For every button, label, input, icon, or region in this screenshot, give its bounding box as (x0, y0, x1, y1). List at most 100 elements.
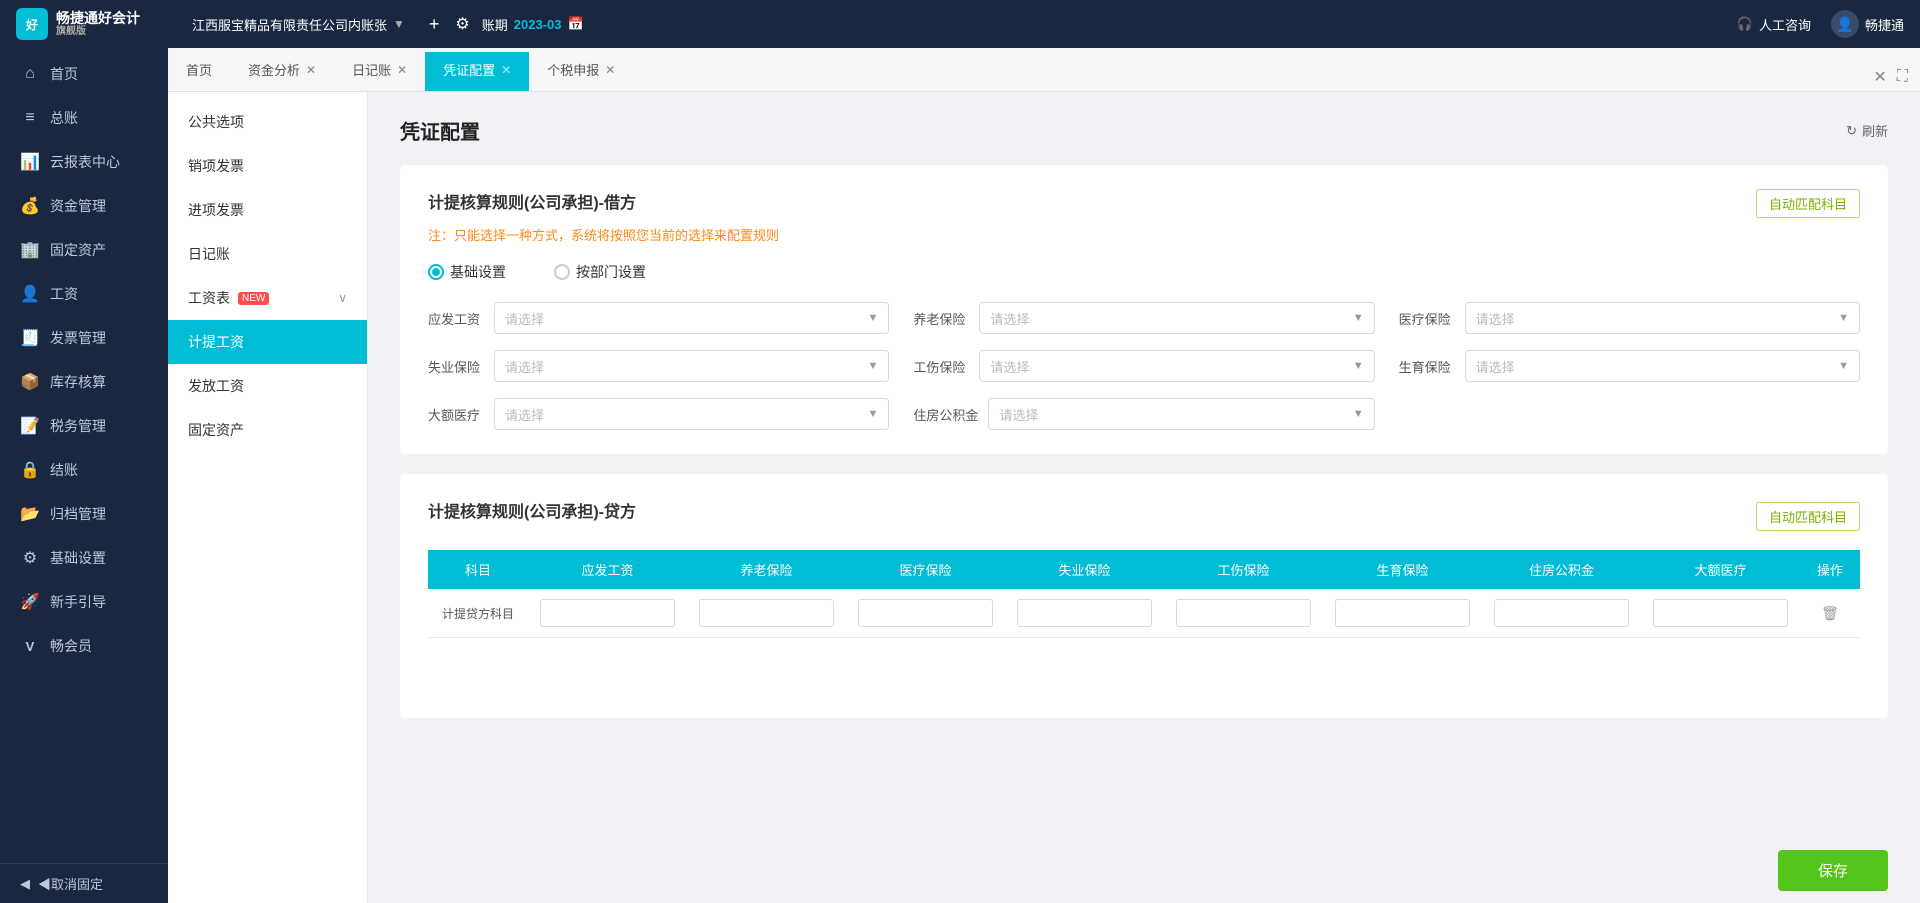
salary-icon: 👤 (20, 284, 40, 304)
left-nav-sales-invoice[interactable]: 销项发票 (168, 144, 367, 188)
expand-view-button[interactable]: ⛶ (1897, 68, 1908, 86)
td-medical-input[interactable] (846, 589, 1005, 637)
close-all-tabs-button[interactable]: ✕ (1873, 67, 1886, 87)
radio-basic[interactable]: 基础设置 (428, 262, 506, 282)
invoices-icon: 🧾 (20, 328, 40, 348)
radio-department-label: 按部门设置 (576, 262, 646, 282)
left-nav-fixed-assets[interactable]: 固定资产 (168, 408, 367, 452)
input-credit-work-injury[interactable] (1176, 599, 1311, 627)
td-housing-fund-input[interactable] (1482, 589, 1641, 637)
calendar-icon: 📅 (568, 16, 584, 32)
td-pension-input[interactable] (687, 589, 846, 637)
left-nav-payroll-table[interactable]: 工资表 NEW ∨ (168, 276, 367, 320)
refresh-icon: ↻ (1846, 123, 1857, 139)
avatar: 👤 (1831, 10, 1859, 38)
select-unemployment-placeholder: 请选择 (505, 357, 544, 376)
td-maternity-input[interactable] (1323, 589, 1482, 637)
tab-voucher-config[interactable]: 凭证配置 ✕ (425, 52, 529, 91)
form-label-work-injury: 工伤保险 (913, 357, 969, 376)
right-content: 凭证配置 ↻ 刷新 计提核算规则(公司承担)-借方 注：只能选择一种方式，系统将… (368, 92, 1920, 903)
sidebar-item-ledger[interactable]: ≡ 总账 (0, 96, 168, 140)
period-selector[interactable]: 账期 2023-03 📅 (482, 15, 584, 34)
input-credit-maternity[interactable] (1335, 599, 1470, 627)
tab-journal[interactable]: 日记账 ✕ (334, 52, 425, 91)
top-bar: 好 畅捷通好会计 旗舰版 江西服宝精品有限责任公司内账张 ▼ + ⚙ 账期 20… (0, 0, 1920, 48)
sidebar-item-member[interactable]: V 畅会员 (0, 624, 168, 668)
select-large-medical-placeholder: 请选择 (505, 405, 544, 424)
select-unemployment[interactable]: 请选择 ▼ (494, 350, 889, 382)
save-button[interactable]: 保存 (1778, 850, 1888, 891)
select-housing-fund[interactable]: 请选择 ▼ (988, 398, 1374, 430)
td-large-medical-input[interactable] (1641, 589, 1800, 637)
input-credit-unemployment[interactable] (1017, 599, 1152, 627)
tab-tax-filing[interactable]: 个税申报 ✕ (529, 52, 633, 91)
left-nav-public[interactable]: 公共选项 (168, 100, 367, 144)
select-work-injury[interactable]: 请选择 ▼ (979, 350, 1374, 382)
select-work-injury-placeholder: 请选择 (990, 357, 1029, 376)
select-salary[interactable]: 请选择 ▼ (494, 302, 889, 334)
select-pension[interactable]: 请选择 ▼ (979, 302, 1374, 334)
select-large-medical[interactable]: 请选择 ▼ (494, 398, 889, 430)
auto-match-credit-button[interactable]: 自动匹配科目 (1756, 502, 1860, 531)
refresh-label: 刷新 (1862, 121, 1888, 140)
left-nav-sales-label: 销项发票 (188, 156, 244, 176)
left-nav: 公共选项 销项发票 进项发票 日记账 工资表 NEW ∨ (168, 92, 368, 903)
sidebar-item-guide[interactable]: 🚀 新手引导 (0, 580, 168, 624)
tab-home[interactable]: 首页 (168, 52, 230, 91)
consult-btn[interactable]: 🎧 人工咨询 (1737, 15, 1811, 34)
left-nav-pay-salary[interactable]: 发放工资 (168, 364, 367, 408)
delete-icon[interactable]: 🗑 (1821, 605, 1839, 622)
sidebar-item-home[interactable]: ⌂ 首页 (0, 52, 168, 96)
sidebar-item-inventory[interactable]: 📦 库存核算 (0, 360, 168, 404)
sidebar-item-closing[interactable]: 🔒 结账 (0, 448, 168, 492)
th-action: 操作 (1800, 550, 1860, 589)
add-button[interactable]: + (429, 14, 440, 35)
auto-match-debit-button[interactable]: 自动匹配科目 (1756, 189, 1860, 218)
sidebar-item-invoices[interactable]: 🧾 发票管理 (0, 316, 168, 360)
select-pension-arrow-icon: ▼ (1353, 312, 1364, 324)
sidebar-item-tax[interactable]: 📝 税务管理 (0, 404, 168, 448)
section-credit: 计提核算规则(公司承担)-贷方 自动匹配科目 科目 应发工资 养老保险 医疗保险… (400, 474, 1888, 718)
left-nav-purchase-invoice[interactable]: 进项发票 (168, 188, 367, 232)
sidebar-item-salary[interactable]: 👤 工资 (0, 272, 168, 316)
td-action[interactable]: 🗑 (1800, 589, 1860, 637)
sidebar-item-assets[interactable]: 🏢 固定资产 (0, 228, 168, 272)
td-salary-input[interactable] (528, 589, 687, 637)
new-badge: NEW (238, 292, 269, 305)
input-credit-salary[interactable] (540, 599, 675, 627)
refresh-button[interactable]: ↻ 刷新 (1846, 121, 1888, 140)
input-credit-pension[interactable] (699, 599, 834, 627)
settings-button[interactable]: ⚙ (455, 14, 469, 34)
sidebar-item-settings[interactable]: ⚙ 基础设置 (0, 536, 168, 580)
td-work-injury-input[interactable] (1164, 589, 1323, 637)
tab-tax-close-icon[interactable]: ✕ (605, 63, 615, 77)
user-info[interactable]: 👤 畅捷通 (1831, 10, 1904, 38)
sidebar-item-archive[interactable]: 📂 归档管理 (0, 492, 168, 536)
sidebar-item-funds[interactable]: 💰 资金管理 (0, 184, 168, 228)
th-maternity: 生育保险 (1323, 550, 1482, 589)
tab-funds-analysis[interactable]: 资金分析 ✕ (230, 52, 334, 91)
headset-icon: 🎧 (1737, 16, 1753, 32)
cancel-fixed-label: ◀取消固定 (38, 874, 103, 893)
td-unemployment-input[interactable] (1005, 589, 1164, 637)
tab-funds-close-icon[interactable]: ✕ (306, 63, 316, 77)
tab-home-label: 首页 (186, 60, 212, 79)
cancel-fixed-btn[interactable]: ◀ ◀取消固定 (0, 863, 168, 903)
input-credit-housing-fund[interactable] (1494, 599, 1629, 627)
input-credit-medical[interactable] (858, 599, 993, 627)
tab-journal-close-icon[interactable]: ✕ (397, 63, 407, 77)
tab-voucher-close-icon[interactable]: ✕ (501, 63, 511, 77)
sidebar-label-guide: 新手引导 (50, 592, 106, 612)
sidebar-item-reports[interactable]: 📊 云报表中心 (0, 140, 168, 184)
select-maternity[interactable]: 请选择 ▼ (1465, 350, 1860, 382)
select-salary-arrow-icon: ▼ (867, 312, 878, 324)
radio-department[interactable]: 按部门设置 (554, 262, 646, 282)
closing-icon: 🔒 (20, 460, 40, 480)
left-nav-accrual-salary[interactable]: 计提工资 (168, 320, 367, 364)
section-debit-note: 注：只能选择一种方式，系统将按照您当前的选择来配置规则 (428, 225, 779, 244)
tab-bar-actions: ✕ ⛶ (1873, 67, 1920, 91)
company-selector[interactable]: 江西服宝精品有限责任公司内账张 ▼ (192, 15, 405, 34)
input-credit-large-medical[interactable] (1653, 599, 1788, 627)
select-medical[interactable]: 请选择 ▼ (1465, 302, 1860, 334)
left-nav-journal[interactable]: 日记账 (168, 232, 367, 276)
